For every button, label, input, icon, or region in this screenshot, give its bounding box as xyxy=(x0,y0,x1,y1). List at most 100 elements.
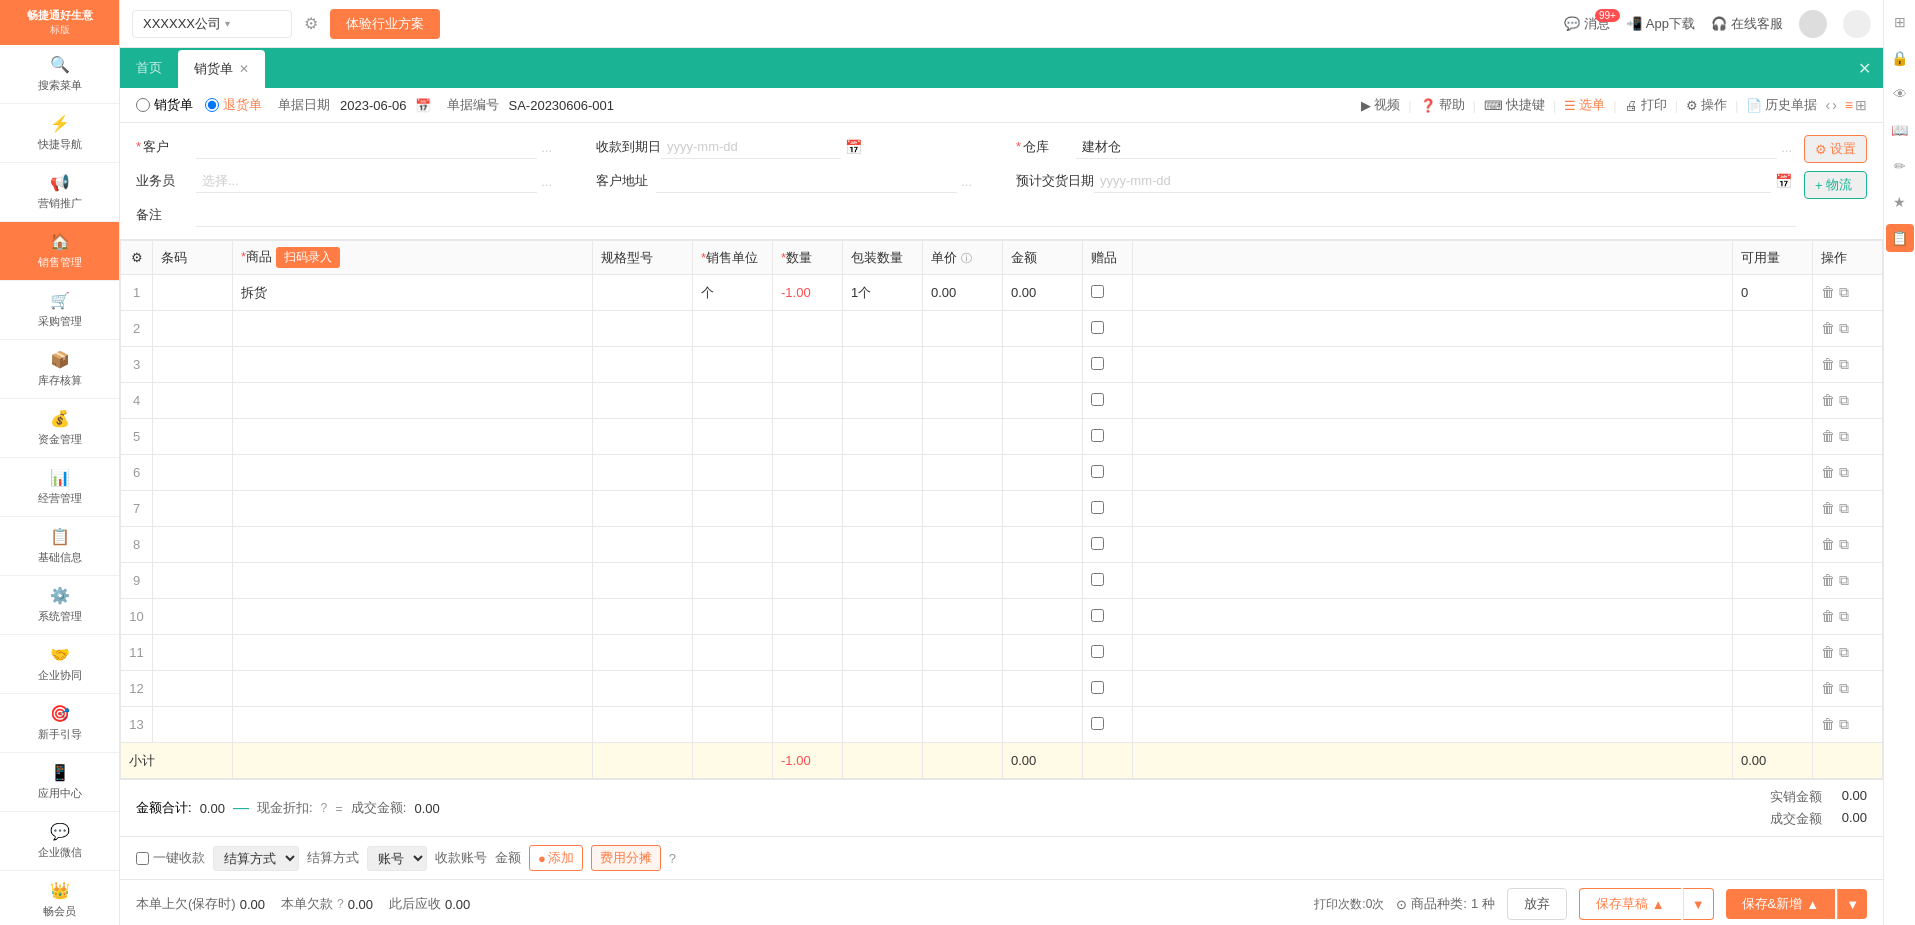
right-tool-lock[interactable]: 🔒 xyxy=(1886,44,1914,72)
one-click-payment-checkbox[interactable]: 一键收款 xyxy=(136,849,205,867)
cell-barcode[interactable] xyxy=(153,491,233,527)
cell-amount[interactable]: 0.00 xyxy=(1003,275,1083,311)
right-tool-active[interactable]: 📋 xyxy=(1886,224,1914,252)
cell-gift[interactable] xyxy=(1083,491,1133,527)
gift-checkbox[interactable] xyxy=(1091,465,1104,478)
cell-barcode[interactable] xyxy=(153,311,233,347)
cell-amount[interactable] xyxy=(1003,455,1083,491)
cell-gift[interactable] xyxy=(1083,599,1133,635)
right-tool-edit[interactable]: ✏ xyxy=(1886,152,1914,180)
cell-product[interactable] xyxy=(233,383,593,419)
cell-amount[interactable] xyxy=(1003,311,1083,347)
save-new-arrow-button[interactable]: ▼ xyxy=(1837,889,1867,919)
cell-gift[interactable] xyxy=(1083,455,1133,491)
radio-sales-input[interactable] xyxy=(136,98,150,112)
cell-gift[interactable] xyxy=(1083,311,1133,347)
sidebar-item-finance[interactable]: 💰 资金管理 xyxy=(0,399,119,458)
one-click-checkbox-input[interactable] xyxy=(136,852,149,865)
tool-print[interactable]: 🖨 打印 xyxy=(1625,96,1667,114)
cell-product[interactable] xyxy=(233,527,593,563)
tool-video[interactable]: ▶ 视频 xyxy=(1361,96,1400,114)
salesperson-input[interactable] xyxy=(196,169,537,193)
cell-price[interactable] xyxy=(923,635,1003,671)
copy-icon[interactable]: ⧉ xyxy=(1839,284,1849,301)
sidebar-item-marketing[interactable]: 📢 营销推广 xyxy=(0,163,119,222)
cell-unit[interactable] xyxy=(693,707,773,743)
delete-icon[interactable]: 🗑 xyxy=(1821,464,1835,481)
delete-icon[interactable]: 🗑 xyxy=(1821,356,1835,373)
th-config[interactable]: ⚙ xyxy=(121,241,153,275)
cell-qty[interactable] xyxy=(773,527,843,563)
settings-button[interactable]: ⚙ 设置 xyxy=(1804,135,1867,163)
next-arrow-icon[interactable]: › xyxy=(1832,97,1837,113)
cell-pack-qty[interactable] xyxy=(843,347,923,383)
online-service-button[interactable]: 🎧 在线客服 xyxy=(1711,15,1783,33)
cell-gift[interactable] xyxy=(1083,707,1133,743)
cell-spec[interactable] xyxy=(593,455,693,491)
cell-price[interactable]: 0.00 xyxy=(923,275,1003,311)
cell-unit[interactable]: 个 xyxy=(693,275,773,311)
right-tool-expand[interactable]: ⊞ xyxy=(1886,8,1914,36)
cell-product[interactable] xyxy=(233,455,593,491)
sidebar-item-quicknav[interactable]: ⚡ 快捷导航 xyxy=(0,104,119,163)
cell-pack-qty[interactable] xyxy=(843,527,923,563)
cell-amount[interactable] xyxy=(1003,707,1083,743)
cell-product[interactable] xyxy=(233,599,593,635)
sidebar-item-purchase[interactable]: 🛒 采购管理 xyxy=(0,281,119,340)
cell-unit[interactable] xyxy=(693,527,773,563)
account-select[interactable]: 账号 xyxy=(367,846,427,871)
save-draft-button[interactable]: 保存草稿 ▲ xyxy=(1579,888,1681,920)
cell-unit[interactable] xyxy=(693,419,773,455)
cell-spec[interactable] xyxy=(593,635,693,671)
customer-dots[interactable]: ... xyxy=(537,140,556,155)
cell-unit[interactable] xyxy=(693,491,773,527)
copy-icon[interactable]: ⧉ xyxy=(1839,428,1849,445)
gift-checkbox[interactable] xyxy=(1091,285,1104,298)
cell-price[interactable] xyxy=(923,671,1003,707)
gift-checkbox[interactable] xyxy=(1091,393,1104,406)
cell-barcode[interactable] xyxy=(153,599,233,635)
cell-product[interactable] xyxy=(233,707,593,743)
sidebar-item-system[interactable]: ⚙️ 系统管理 xyxy=(0,576,119,635)
expense-help-icon[interactable]: ? xyxy=(669,851,676,866)
delivery-date-input[interactable] xyxy=(1094,169,1771,193)
cell-pack-qty[interactable] xyxy=(843,491,923,527)
cell-barcode[interactable] xyxy=(153,635,233,671)
cell-amount[interactable] xyxy=(1003,347,1083,383)
cell-product[interactable] xyxy=(233,347,593,383)
cell-unit[interactable] xyxy=(693,635,773,671)
radio-return[interactable]: 退货单 xyxy=(205,96,262,114)
right-tool-eye[interactable]: 👁 xyxy=(1886,80,1914,108)
cell-barcode[interactable] xyxy=(153,671,233,707)
sidebar-item-guide[interactable]: 🎯 新手引导 xyxy=(0,694,119,753)
address-dots[interactable]: ... xyxy=(957,174,976,189)
cell-pack-qty[interactable] xyxy=(843,599,923,635)
cell-price[interactable] xyxy=(923,311,1003,347)
logistics-button[interactable]: + 物流 xyxy=(1804,171,1867,199)
list-view-icon[interactable]: ≡ xyxy=(1845,97,1853,113)
gift-checkbox[interactable] xyxy=(1091,717,1104,730)
cell-spec[interactable] xyxy=(593,311,693,347)
gift-checkbox[interactable] xyxy=(1091,645,1104,658)
tab-sales-order[interactable]: 销货单 ✕ xyxy=(178,50,265,88)
cell-price[interactable] xyxy=(923,419,1003,455)
copy-icon[interactable]: ⧉ xyxy=(1839,572,1849,589)
cell-spec[interactable] xyxy=(593,275,693,311)
cell-spec[interactable] xyxy=(593,671,693,707)
sidebar-item-basic[interactable]: 📋 基础信息 xyxy=(0,517,119,576)
cell-pack-qty[interactable] xyxy=(843,383,923,419)
sidebar-item-sales[interactable]: 🏠 销售管理 xyxy=(0,222,119,281)
minus-icon[interactable]: — xyxy=(233,799,249,817)
cell-qty[interactable] xyxy=(773,563,843,599)
message-button[interactable]: 💬 消息 99+ xyxy=(1564,15,1610,33)
cell-amount[interactable] xyxy=(1003,527,1083,563)
right-tool-star[interactable]: ★ xyxy=(1886,188,1914,216)
cell-amount[interactable] xyxy=(1003,671,1083,707)
calendar3-icon[interactable]: 📅 xyxy=(1771,173,1796,189)
sidebar-item-inventory[interactable]: 📦 库存核算 xyxy=(0,340,119,399)
total-owe-help-icon[interactable]: ? xyxy=(337,897,344,911)
copy-icon[interactable]: ⧉ xyxy=(1839,536,1849,553)
copy-icon[interactable]: ⧉ xyxy=(1839,320,1849,337)
prev-arrow-icon[interactable]: ‹ xyxy=(1825,97,1830,113)
warehouse-input[interactable] xyxy=(1076,135,1777,159)
